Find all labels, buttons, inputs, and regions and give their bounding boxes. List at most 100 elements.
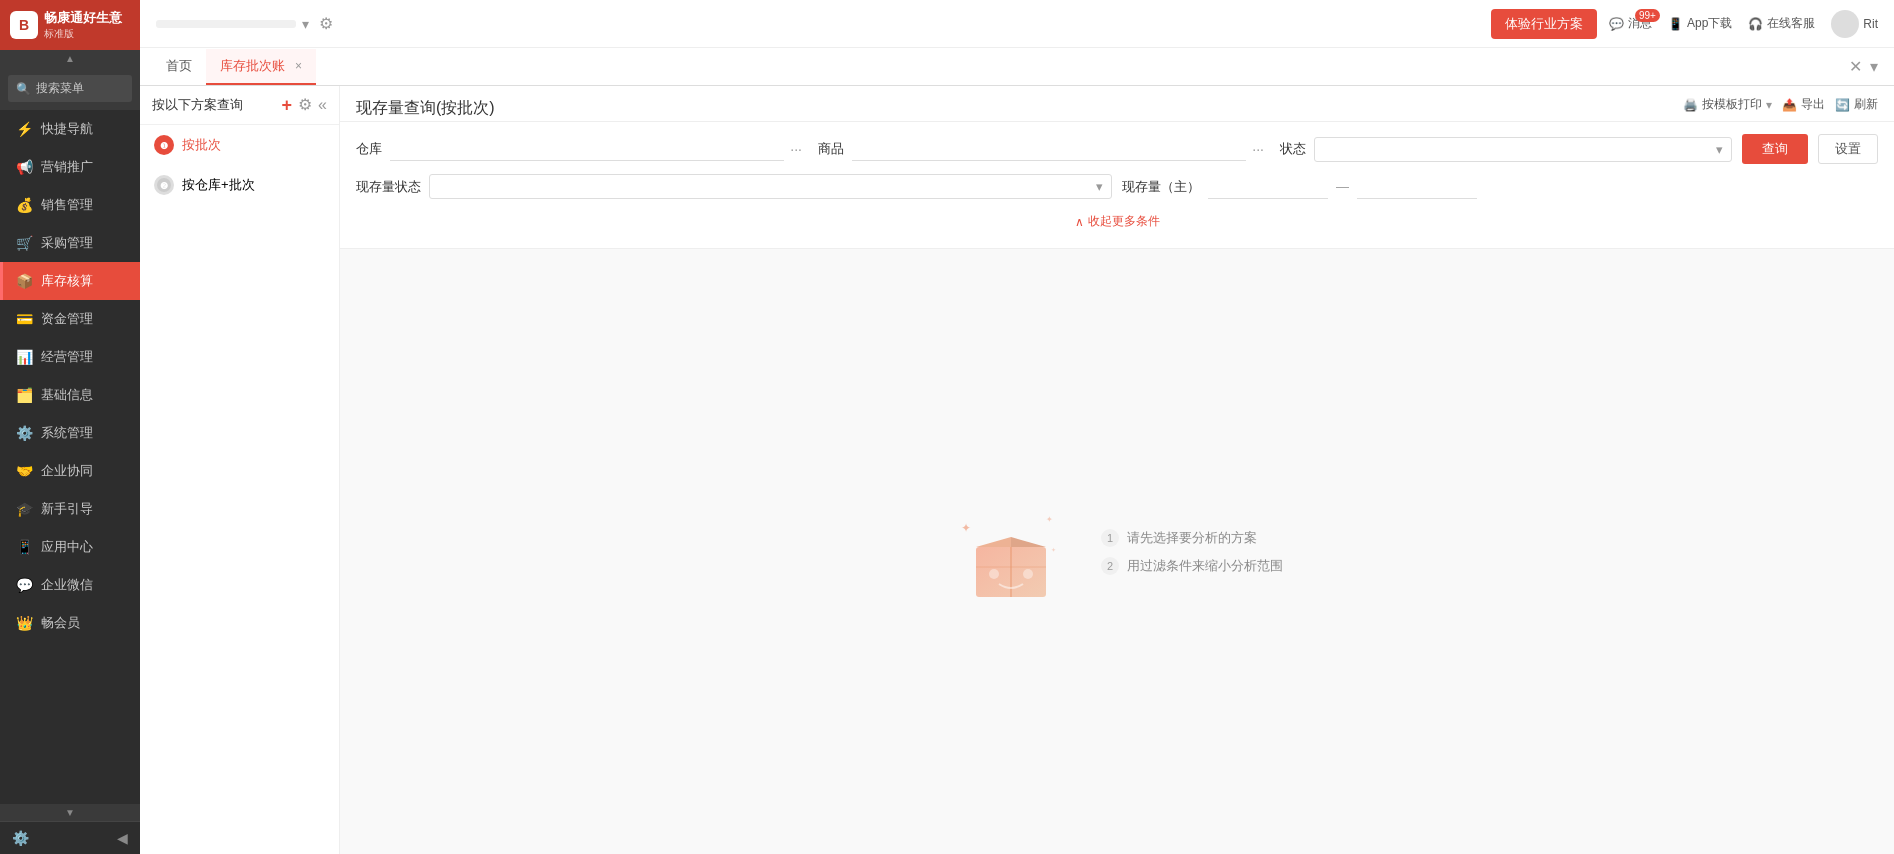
search-icon: 🔍 [16, 82, 31, 96]
sidebar-item-inventory[interactable]: 📦 库存核算 [0, 262, 140, 300]
sidebar-settings-button[interactable]: ⚙️ [12, 830, 29, 846]
filter-row-2: 现存量状态 ▾ 现存量（主） — [356, 174, 1878, 199]
sidebar-item-label: 企业微信 [41, 576, 93, 594]
stock-amount-min[interactable] [1208, 175, 1328, 199]
filter-bar: 仓库 ··· 商品 ··· 状态 ▾ [340, 122, 1894, 249]
svg-text:❶: ❶ [160, 141, 168, 151]
product-dots[interactable]: ··· [1246, 141, 1270, 157]
main-area: ▾ ⚙ 体验行业方案 💬 消息 99+ 📱 App下载 🎧 在线客服 Rit [140, 0, 1894, 854]
system-icon: ⚙️ [15, 424, 33, 442]
sidebar-item-label: 库存核算 [41, 272, 93, 290]
messages-btn[interactable]: 💬 消息 99+ [1609, 15, 1652, 32]
tab-close-button[interactable]: × [295, 59, 302, 73]
topbar: ▾ ⚙ 体验行业方案 💬 消息 99+ 📱 App下载 🎧 在线客服 Rit [140, 0, 1894, 48]
sidebar-item-label: 新手引导 [41, 500, 93, 518]
sidebar-item-appcenter[interactable]: 📱 应用中心 [0, 528, 140, 566]
app-edition: 标准版 [44, 27, 122, 40]
empty-illustration: ✦ ✦ ✦ [951, 492, 1071, 612]
trial-button[interactable]: 体验行业方案 [1491, 9, 1597, 39]
svg-text:✦: ✦ [961, 521, 971, 535]
tab-home[interactable]: 首页 [152, 49, 206, 85]
query-button[interactable]: 查询 [1742, 134, 1808, 164]
left-panel-header: 按以下方案查询 + ⚙ « [140, 86, 339, 125]
product-label: 商品 [818, 140, 844, 158]
sidebar-item-newguide[interactable]: 🎓 新手引导 [0, 490, 140, 528]
left-panel-actions: + ⚙ « [282, 96, 327, 114]
warehouse-input[interactable] [390, 137, 784, 161]
stock-status-filter: 现存量状态 ▾ [356, 174, 1112, 199]
print-button[interactable]: 🖨️ 按模板打印 ▾ [1683, 96, 1772, 113]
filter-row-1: 仓库 ··· 商品 ··· 状态 ▾ [356, 134, 1878, 164]
sidebar-item-member[interactable]: 👑 畅会员 [0, 604, 140, 642]
sidebar-item-label: 快捷导航 [41, 120, 93, 138]
sidebar-collapse-button[interactable]: ◀ [117, 830, 128, 846]
add-plan-button[interactable]: + [282, 96, 293, 114]
sidebar-item-system[interactable]: ⚙️ 系统管理 [0, 414, 140, 452]
print-dropdown-icon: ▾ [1766, 98, 1772, 112]
avatar-image [1831, 10, 1859, 38]
sidebar-item-label: 经营管理 [41, 348, 93, 366]
product-input[interactable] [852, 137, 1246, 161]
topbar-search-box [156, 20, 296, 28]
app-download-btn[interactable]: 📱 App下载 [1668, 15, 1732, 32]
stock-status-select[interactable]: ▾ [429, 174, 1112, 199]
chevron-up-icon: ∧ [1075, 215, 1084, 229]
wechat-icon: 💬 [15, 576, 33, 594]
scroll-up-btn[interactable]: ▲ [0, 50, 140, 67]
sidebar-item-label: 采购管理 [41, 234, 93, 252]
topbar-right: 💬 消息 99+ 📱 App下载 🎧 在线客服 Rit [1609, 10, 1878, 38]
sidebar-item-finance[interactable]: 💳 资金管理 [0, 300, 140, 338]
sidebar-item-marketing[interactable]: 📢 营销推广 [0, 148, 140, 186]
sidebar-item-basic[interactable]: 🗂️ 基础信息 [0, 376, 140, 414]
tab-inventory-batch[interactable]: 库存批次账 × [206, 49, 316, 85]
close-panel-button[interactable]: ✕ [1845, 53, 1866, 80]
collapse-filter-button[interactable]: ∧ 收起更多条件 [356, 207, 1878, 236]
topbar-breadcrumb: ▾ ⚙ [156, 10, 1479, 37]
headset-icon: 🎧 [1748, 17, 1763, 31]
sidebar-item-enterprise[interactable]: 🤝 企业协同 [0, 452, 140, 490]
sidebar-header: B 畅康通好生意 标准版 [0, 0, 140, 50]
plan-warehouse-batch-label: 按仓库+批次 [182, 176, 255, 194]
sidebar-item-purchase[interactable]: 🛒 采购管理 [0, 224, 140, 262]
content-area: 按以下方案查询 + ⚙ « ❶ 按批次 [140, 86, 1894, 854]
plan-settings-button[interactable]: ⚙ [298, 96, 312, 114]
newguide-icon: 🎓 [15, 500, 33, 518]
refresh-icon: 🔄 [1835, 98, 1850, 112]
sidebar-item-label: 基础信息 [41, 386, 93, 404]
tab-close-panel: ✕ ▾ [1845, 53, 1882, 80]
scroll-down-btn[interactable]: ▼ [0, 804, 140, 821]
tabbar: 首页 库存批次账 × ✕ ▾ [140, 48, 1894, 86]
svg-marker-5 [976, 537, 1011, 547]
sidebar-item-quicknav[interactable]: ⚡ 快捷导航 [0, 110, 140, 148]
topbar-settings-button[interactable]: ⚙ [315, 10, 337, 37]
empty-state: ✦ ✦ ✦ 1 请先选择要分析的方案 2 用过滤条件来缩小分析范围 [340, 249, 1894, 854]
stock-amount-max[interactable] [1357, 175, 1477, 199]
page-title: 现存量查询(按批次) [356, 98, 495, 119]
plan-batch-item[interactable]: ❶ 按批次 [140, 125, 339, 165]
enterprise-icon: 🤝 [15, 462, 33, 480]
sidebar-item-business[interactable]: 📊 经营管理 [0, 338, 140, 376]
sidebar-item-label: 系统管理 [41, 424, 93, 442]
svg-point-9 [989, 569, 999, 579]
warehouse-dots[interactable]: ··· [784, 141, 808, 157]
sidebar-item-label: 应用中心 [41, 538, 93, 556]
collapse-left-panel-button[interactable]: « [318, 96, 327, 114]
topbar-arrow-button[interactable]: ▾ [302, 16, 309, 32]
basic-icon: 🗂️ [15, 386, 33, 404]
status-select[interactable]: ▾ [1314, 137, 1732, 162]
warehouse-label: 仓库 [356, 140, 382, 158]
user-avatar[interactable]: Rit [1831, 10, 1878, 38]
panel-menu-button[interactable]: ▾ [1866, 53, 1882, 80]
export-button[interactable]: 📤 导出 [1782, 96, 1825, 113]
refresh-button[interactable]: 🔄 刷新 [1835, 96, 1878, 113]
online-service-btn[interactable]: 🎧 在线客服 [1748, 15, 1815, 32]
sidebar-item-wechat[interactable]: 💬 企业微信 [0, 566, 140, 604]
settings-action-button[interactable]: 设置 [1818, 134, 1878, 164]
quicknav-icon: ⚡ [15, 120, 33, 138]
svg-text:✦: ✦ [1046, 515, 1053, 524]
status-label: 状态 [1280, 140, 1306, 158]
search-menu-button[interactable]: 🔍 搜索菜单 [8, 75, 132, 102]
plan-warehouse-icon: ❷ [154, 175, 174, 195]
sidebar-item-sales[interactable]: 💰 销售管理 [0, 186, 140, 224]
plan-warehouse-batch-item[interactable]: ❷ 按仓库+批次 [140, 165, 339, 205]
